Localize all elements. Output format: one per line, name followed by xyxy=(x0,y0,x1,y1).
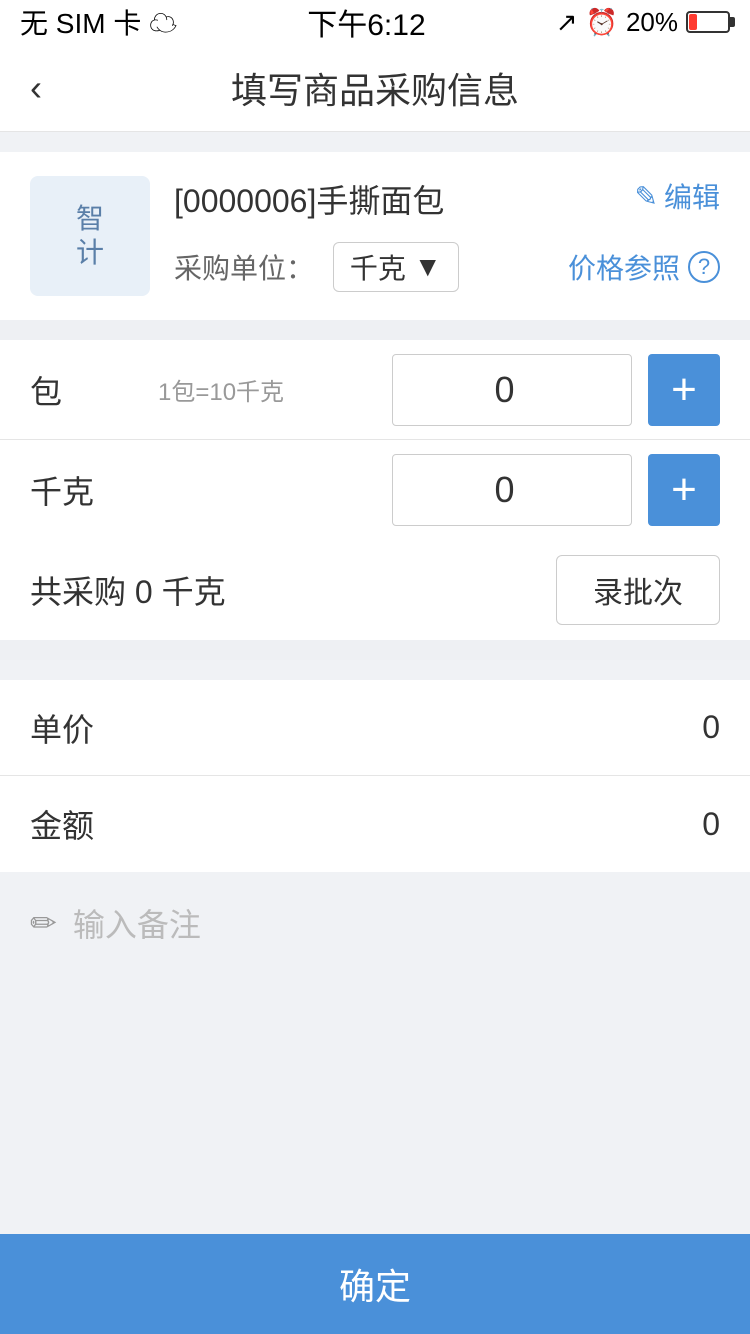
kg-input-wrap: + xyxy=(150,454,720,526)
status-left: 无 SIM 卡 ☁ xyxy=(20,2,177,42)
unit-select[interactable]: 千克 ▼ xyxy=(333,242,459,292)
bag-input[interactable] xyxy=(392,354,632,426)
sim-status: 无 SIM 卡 ☁ xyxy=(20,2,177,42)
kg-plus-button[interactable]: + xyxy=(648,454,720,526)
notes-section[interactable]: ✏ 输入备注 xyxy=(0,872,750,1232)
section-divider-2 xyxy=(0,640,750,660)
record-batch-button[interactable]: 录批次 xyxy=(556,555,720,625)
product-card: 智 计 [0000006]手撕面包 ✎ 编辑 采购单位： 千克 ▼ 价格参照 xyxy=(0,152,750,320)
bag-sublabel: 1包=10千克 xyxy=(158,372,284,407)
kg-input-row: 千克 + xyxy=(0,440,750,540)
battery-fill xyxy=(689,14,697,30)
confirm-button[interactable]: 确定 xyxy=(339,1258,411,1310)
product-info: [0000006]手撕面包 ✎ 编辑 采购单位： 千克 ▼ 价格参照 ? xyxy=(174,176,720,292)
product-header: [0000006]手撕面包 ✎ 编辑 xyxy=(174,176,720,222)
edit-button[interactable]: ✎ 编辑 xyxy=(635,176,720,216)
unit-label: 采购单位： xyxy=(174,253,314,284)
dropdown-icon: ▼ xyxy=(414,251,442,283)
bag-input-wrap: + xyxy=(284,354,720,426)
pencil-icon: ✏ xyxy=(30,904,57,942)
alarm-icon: ⏰ xyxy=(586,7,618,38)
back-button[interactable]: ‹ xyxy=(30,67,42,109)
nav-bar: ‹ 填写商品采购信息 xyxy=(0,44,750,132)
bag-input-row: 包 1包=10千克 + xyxy=(0,340,750,440)
amount-label: 金额 xyxy=(30,801,94,847)
unit-price-label: 单价 xyxy=(30,705,94,751)
unit-price-row: 单价 0 xyxy=(0,680,750,776)
total-text: 共采购 0 千克 xyxy=(30,567,226,613)
edit-icon: ✎ xyxy=(635,180,658,213)
notes-placeholder: 输入备注 xyxy=(73,900,201,946)
product-name: [0000006]手撕面包 xyxy=(174,176,444,222)
battery-percent: 20% xyxy=(626,7,678,38)
amount-value: 0 xyxy=(702,806,720,843)
status-right: ↗ ⏰ 20% xyxy=(556,7,730,38)
kg-label: 千克 xyxy=(30,467,150,513)
total-section: 共采购 0 千克 录批次 xyxy=(0,540,750,640)
unit-price-value: 0 xyxy=(702,709,720,746)
footer[interactable]: 确定 xyxy=(0,1234,750,1334)
battery-icon xyxy=(686,11,730,33)
total-amount: 0 xyxy=(135,574,153,610)
input-section: 包 1包=10千克 + 千克 + xyxy=(0,340,750,540)
product-logo: 智 计 xyxy=(76,202,104,269)
amount-row: 金额 0 xyxy=(0,776,750,872)
unit-selector-wrap: 采购单位： 千克 ▼ xyxy=(174,242,459,292)
product-unit-row: 采购单位： 千克 ▼ 价格参照 ? xyxy=(174,242,720,292)
status-bar: 无 SIM 卡 ☁ 下午6:12 ↗ ⏰ 20% xyxy=(0,0,750,44)
price-ref-button[interactable]: 价格参照 ? xyxy=(568,247,720,287)
status-time: 下午6:12 xyxy=(307,0,425,44)
product-image: 智 计 xyxy=(30,176,150,296)
page-title: 填写商品采购信息 xyxy=(231,62,519,114)
section-divider-1 xyxy=(0,320,750,340)
bag-plus-button[interactable]: + xyxy=(648,354,720,426)
bag-label: 包 xyxy=(30,367,150,413)
kg-input[interactable] xyxy=(392,454,632,526)
location-icon: ↗ xyxy=(556,7,578,38)
detail-section: 单价 0 金额 0 xyxy=(0,680,750,872)
info-icon: ? xyxy=(688,251,720,283)
